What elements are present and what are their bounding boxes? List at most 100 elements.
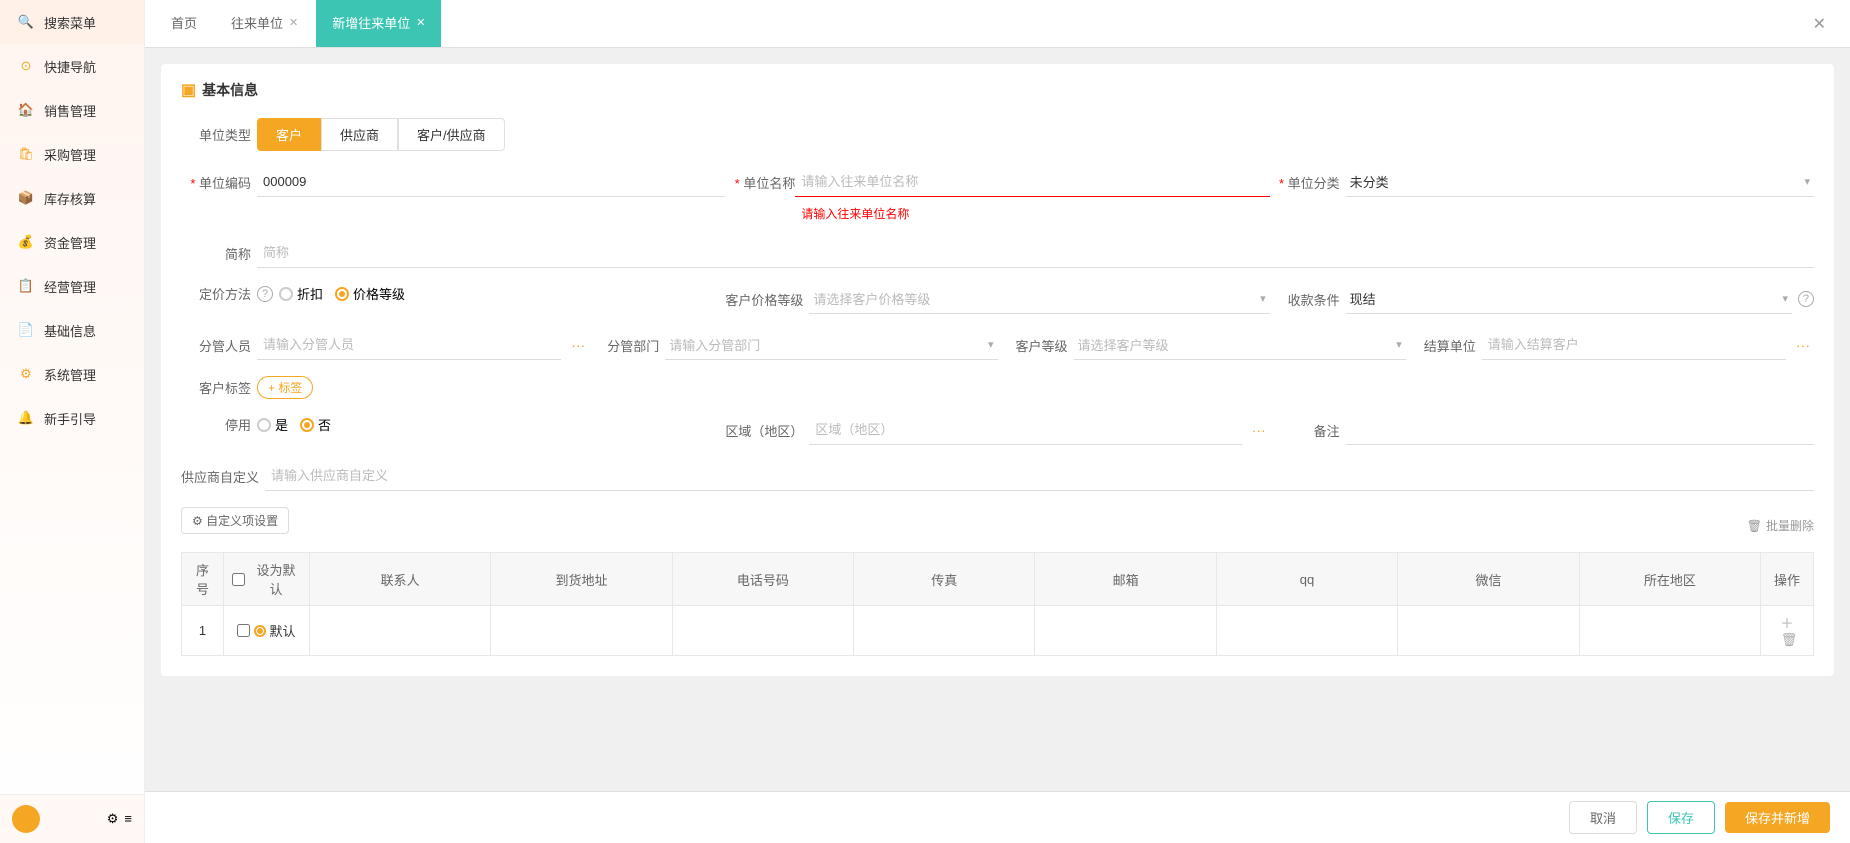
disabled-radio-yes[interactable]: 是 [257,415,288,434]
manager-field: 分管人员 ··· [181,330,589,360]
tab-unit-list[interactable]: 往来单位 ✕ [215,0,314,47]
supplier-custom-field: 供应商自定义 [181,461,1814,491]
sidebar-item-guide[interactable]: 🔔 新手引导 [0,396,144,440]
avatar [12,805,40,833]
unit-category-select[interactable]: 未分类 ▾ [1346,167,1814,197]
bar-icon[interactable]: ≡ [124,811,132,827]
disabled-radio-group: 是 否 [257,415,331,434]
fax-input[interactable] [862,623,1026,638]
customer-level-placeholder: 请选择客户等级 [1078,335,1397,354]
batch-delete-button[interactable]: 🗑 批量删除 [1747,517,1814,534]
row-disabled-region: 停用 是 否 区域（地区） ··· [181,415,1814,445]
customer-level-select[interactable]: 请选择客户等级 ▾ [1074,330,1406,360]
sidebar-item-system[interactable]: ⚙ 系统管理 [0,352,144,396]
manager-more-icon[interactable]: ··· [567,337,589,353]
region-row-input[interactable] [1588,623,1752,638]
pricing-radio-group: 折扣 价格等级 [279,284,405,303]
save-button[interactable]: 保存 [1647,801,1715,834]
sidebar: 🔍 搜索菜单 ⊙ 快捷导航 🏠 销售管理 🛍 采购管理 📦 库存核算 💰 资金管… [0,0,145,843]
row-address[interactable] [491,606,672,656]
unit-code-field: 单位编码 [181,167,725,197]
sidebar-item-basic-info[interactable]: 📄 基础信息 [0,308,144,352]
contact-table: 序号 设为默认 联系人 到货地址 电话号码 传真 邮箱 [181,552,1814,656]
short-name-field: 简称 [181,238,1814,268]
row-contact[interactable] [310,606,491,656]
discount-radio [279,287,293,301]
col-default: 设为默认 [224,553,310,606]
action-bar: 取消 保存 保存并新增 [145,791,1850,843]
row-email[interactable] [1035,606,1216,656]
sidebar-item-sales[interactable]: 🏠 销售管理 [0,88,144,132]
short-name-input[interactable] [257,238,1814,268]
pricing-radio-discount[interactable]: 折扣 [279,284,323,303]
row-delete-icon[interactable]: 🗑 [1781,632,1798,647]
row-add-icon[interactable]: ＋ [1780,616,1793,631]
payment-terms-field: 收款条件 现结 ▾ ? [1270,284,1814,314]
sidebar-item-quick-nav[interactable]: ⊙ 快捷导航 [0,44,144,88]
region-input[interactable] [809,415,1241,445]
unit-code-input[interactable] [257,167,725,197]
table-header-row: 序号 设为默认 联系人 到货地址 电话号码 传真 邮箱 [182,553,1814,606]
col-email: 邮箱 [1035,553,1216,606]
row-checkbox[interactable] [237,624,250,637]
wechat-input[interactable] [1406,623,1570,638]
department-placeholder: 请输入分管部门 [669,335,988,354]
default-radio[interactable] [254,625,266,637]
unit-name-input[interactable] [795,167,1269,197]
tab-bar: 首页 往来单位 ✕ 新增往来单位 ✕ ✕ [145,0,1850,48]
unit-type-row: 单位类型 客户 供应商 客户/供应商 [181,118,1814,151]
phone-input[interactable] [681,623,845,638]
cancel-button[interactable]: 取消 [1569,801,1637,834]
header-checkbox[interactable] [232,573,245,586]
row-phone[interactable] [672,606,853,656]
unit-type-both[interactable]: 客户/供应商 [398,118,505,151]
department-arrow: ▾ [988,338,994,351]
customer-price-level-select[interactable]: 请选择客户价格等级 ▾ [809,284,1269,314]
supplier-custom-input[interactable] [265,461,1814,491]
manager-input[interactable] [257,330,561,360]
guide-icon: 🔔 [16,408,36,428]
unit-type-customer[interactable]: 客户 [257,118,321,151]
unit-type-supplier[interactable]: 供应商 [321,118,398,151]
tab-close-all[interactable]: ✕ [1799,14,1840,34]
row-wechat[interactable] [1398,606,1579,656]
tab-home[interactable]: 首页 [155,0,213,47]
row-actions: ＋ 🗑 [1761,606,1814,656]
add-tag-button[interactable]: + 标签 [257,376,313,399]
tab-unit-list-close[interactable]: ✕ [289,16,298,29]
tab-new-unit[interactable]: 新增往来单位 ✕ [316,0,441,47]
qq-input[interactable] [1225,623,1389,638]
payment-help-icon[interactable]: ? [1798,291,1814,307]
customer-tag-field: 客户标签 + 标签 [181,376,1814,399]
manager-label: 分管人员 [181,336,251,355]
section-title: ▣ 基本信息 [181,80,1814,100]
region-more-icon[interactable]: ··· [1248,422,1270,438]
remark-input[interactable] [1346,415,1814,445]
sidebar-item-inventory[interactable]: 📦 库存核算 [0,176,144,220]
settlement-more-icon[interactable]: ··· [1792,337,1814,353]
settings-icon[interactable]: ⚙ [107,811,119,827]
payment-terms-select[interactable]: 现结 ▾ [1346,284,1792,314]
row-region[interactable] [1579,606,1760,656]
department-select[interactable]: 请输入分管部门 ▾ [665,330,997,360]
form-card: ▣ 基本信息 单位类型 客户 供应商 客户/供应商 单位编码 [161,64,1834,676]
custom-settings-button[interactable]: ⚙ 自定义项设置 [181,507,289,534]
row-code-name-cat: 单位编码 单位名称 请输入往来单位名称 单位分类 未分类 ▾ [181,167,1814,222]
address-input[interactable] [499,623,663,638]
row-index: 1 [182,606,224,656]
settlement-unit-input[interactable] [1482,330,1786,360]
row-fax[interactable] [854,606,1035,656]
tab-new-unit-close[interactable]: ✕ [416,16,425,29]
sidebar-item-purchase[interactable]: 🛍 采购管理 [0,132,144,176]
pricing-help-icon[interactable]: ? [257,286,273,302]
pricing-radio-level[interactable]: 价格等级 [335,284,405,303]
disabled-radio-no[interactable]: 否 [300,415,331,434]
save-new-button[interactable]: 保存并新增 [1725,802,1830,833]
finance-icon: 💰 [16,232,36,252]
row-qq[interactable] [1216,606,1397,656]
sidebar-item-operations[interactable]: 📋 经营管理 [0,264,144,308]
contact-input[interactable] [318,623,482,638]
sidebar-item-search[interactable]: 🔍 搜索菜单 [0,0,144,44]
sidebar-item-finance[interactable]: 💰 资金管理 [0,220,144,264]
email-input[interactable] [1043,623,1207,638]
